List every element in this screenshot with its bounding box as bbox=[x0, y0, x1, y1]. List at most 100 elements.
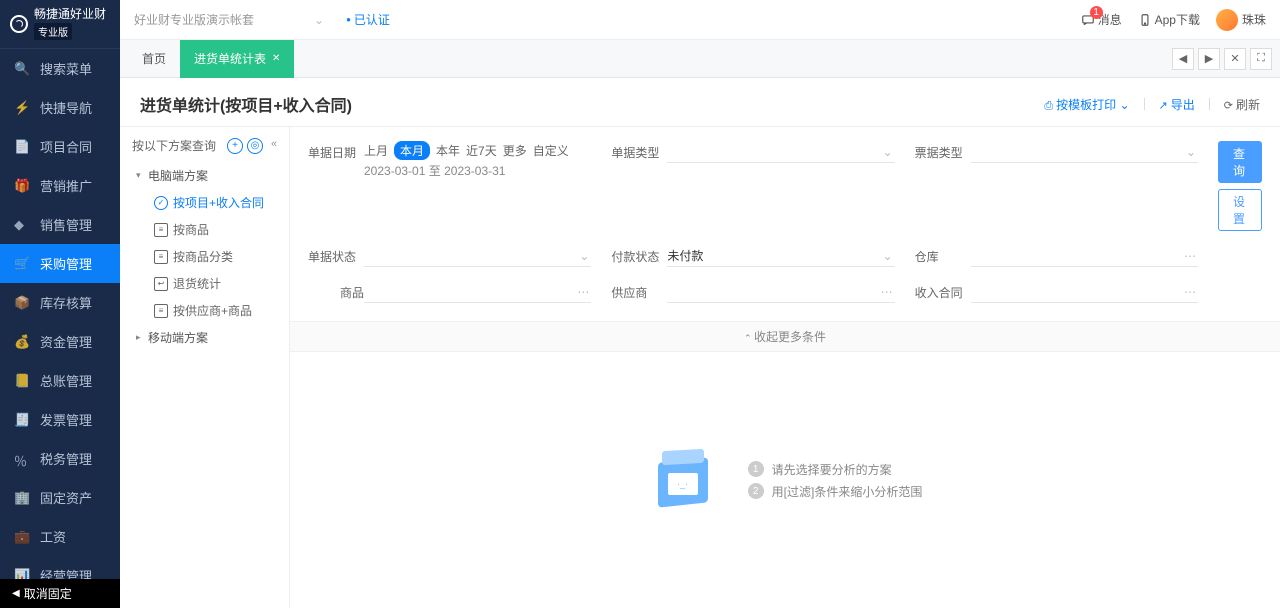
sidebar: 畅捷通好业财 专业版 🔍搜索菜单⚡快捷导航📄项目合同🎁营销推广◆销售管理🛒采购管… bbox=[0, 0, 120, 608]
scheme-tree: ▾电脑端方案✓按项目+收入合同≡按商品≡按商品分类↩退货统计≡按供应商+商品▸移… bbox=[132, 162, 289, 351]
date-quick-2[interactable]: 本年 bbox=[436, 142, 460, 159]
menu-icon: 🛒 bbox=[14, 256, 30, 272]
brand-icon bbox=[10, 15, 28, 33]
income-contract-select[interactable] bbox=[971, 281, 1198, 303]
verified-badge: 已认证 bbox=[346, 11, 390, 28]
add-scheme-button[interactable]: + bbox=[227, 138, 243, 154]
query-button[interactable]: 查询 bbox=[1218, 141, 1262, 183]
date-quick-0[interactable]: 上月 bbox=[364, 142, 388, 159]
tab-fullscreen-button[interactable]: ⛶ bbox=[1250, 48, 1272, 70]
menu-icon: 📄 bbox=[14, 139, 30, 155]
settings-button[interactable]: 设置 bbox=[1218, 189, 1262, 231]
leaf-icon: ≡ bbox=[154, 223, 168, 237]
brand-edition: 专业版 bbox=[34, 23, 72, 40]
tab-active[interactable]: 进货单统计表 ✕ bbox=[180, 40, 294, 78]
page-header: 进货单统计(按项目+收入合同) 按模板打印 ⌄ 导出 刷新 bbox=[120, 78, 1280, 127]
menu-icon: 📦 bbox=[14, 295, 30, 311]
scheme-panel-head: 按以下方案查询 + ◎ « bbox=[132, 137, 289, 154]
tab-prev-button[interactable]: ◀ bbox=[1172, 48, 1194, 70]
tab-bar: 首页 进货单统计表 ✕ ◀ ▶ ✕ ⛶ bbox=[120, 40, 1280, 78]
empty-step-1: 1 请先选择要分析的方案 bbox=[748, 461, 923, 478]
tree-leaf[interactable]: ↩退货统计 bbox=[132, 270, 289, 297]
pin-toggle[interactable]: 取消固定 bbox=[0, 579, 120, 608]
tree-group[interactable]: ▾电脑端方案 bbox=[132, 162, 289, 189]
empty-step-2: 2 用[过滤]条件来缩小分析范围 bbox=[748, 483, 923, 500]
topbar: 好业财专业版演示帐套 已认证 消息 1 App下载 珠珠 bbox=[120, 0, 1280, 40]
print-button[interactable]: 按模板打印 ⌄ bbox=[1044, 96, 1129, 113]
date-quick-picks: 上月本月本年近7天更多自定义 bbox=[364, 141, 591, 160]
menu-icon: 📊 bbox=[14, 568, 30, 579]
label-receipt-type: 票据类型 bbox=[915, 141, 971, 161]
sidebar-item-5[interactable]: 🛒采购管理 bbox=[0, 244, 120, 283]
menu-icon: 🎁 bbox=[14, 178, 30, 194]
account-selector[interactable]: 好业财专业版演示帐套 bbox=[134, 11, 324, 28]
sidebar-menu: 🔍搜索菜单⚡快捷导航📄项目合同🎁营销推广◆销售管理🛒采购管理📦库存核算💰资金管理… bbox=[0, 49, 120, 579]
sidebar-item-0[interactable]: 🔍搜索菜单 bbox=[0, 49, 120, 88]
brand-name: 畅捷通好业财 bbox=[34, 8, 106, 21]
sidebar-item-4[interactable]: ◆销售管理 bbox=[0, 205, 120, 244]
label-warehouse: 仓库 bbox=[915, 245, 971, 265]
label-income-contract: 收入合同 bbox=[915, 281, 971, 301]
goods-select[interactable] bbox=[364, 281, 591, 303]
menu-icon: ◆ bbox=[14, 217, 30, 233]
pin-label: 取消固定 bbox=[24, 585, 72, 602]
doc-type-select[interactable] bbox=[667, 141, 894, 163]
collapse-panel-button[interactable]: « bbox=[271, 138, 285, 152]
menu-icon: 🏢 bbox=[14, 490, 30, 506]
tree-leaf[interactable]: ≡按商品分类 bbox=[132, 243, 289, 270]
tree-leaf[interactable]: ≡按商品 bbox=[132, 216, 289, 243]
scheme-panel: 按以下方案查询 + ◎ « ▾电脑端方案✓按项目+收入合同≡按商品≡按商品分类↩… bbox=[120, 127, 290, 608]
message-badge: 1 bbox=[1090, 6, 1103, 19]
tab-close-all-button[interactable]: ✕ bbox=[1224, 48, 1246, 70]
sidebar-item-13[interactable]: 📊经营管理 bbox=[0, 556, 120, 579]
sidebar-item-7[interactable]: 💰资金管理 bbox=[0, 322, 120, 361]
menu-icon: 💰 bbox=[14, 334, 30, 350]
label-goods: 商品 bbox=[308, 281, 364, 301]
receipt-type-select[interactable] bbox=[971, 141, 1198, 163]
label-supplier: 供应商 bbox=[611, 281, 667, 301]
supplier-select[interactable] bbox=[667, 281, 894, 303]
brand-logo: 畅捷通好业财 专业版 bbox=[0, 0, 120, 49]
download-icon bbox=[1138, 13, 1152, 27]
sidebar-item-2[interactable]: 📄项目合同 bbox=[0, 127, 120, 166]
sidebar-item-12[interactable]: 💼工资 bbox=[0, 517, 120, 556]
sidebar-item-10[interactable]: ％税务管理 bbox=[0, 439, 120, 478]
menu-icon: 🔍 bbox=[14, 61, 30, 77]
tree-leaf[interactable]: ✓按项目+收入合同 bbox=[132, 189, 289, 216]
avatar-icon bbox=[1216, 9, 1238, 31]
tab-home[interactable]: 首页 bbox=[128, 40, 180, 78]
app-download-button[interactable]: App下载 bbox=[1138, 11, 1200, 28]
date-quick-1[interactable]: 本月 bbox=[394, 141, 430, 160]
tab-next-button[interactable]: ▶ bbox=[1198, 48, 1220, 70]
user-menu[interactable]: 珠珠 bbox=[1216, 9, 1266, 31]
doc-status-select[interactable] bbox=[364, 245, 591, 267]
date-quick-5[interactable]: 自定义 bbox=[533, 142, 569, 159]
label-date: 单据日期 bbox=[308, 141, 364, 161]
collapse-filters-button[interactable]: 收起更多条件 bbox=[290, 321, 1280, 352]
sidebar-item-6[interactable]: 📦库存核算 bbox=[0, 283, 120, 322]
sidebar-item-8[interactable]: 📒总账管理 bbox=[0, 361, 120, 400]
message-button[interactable]: 消息 1 bbox=[1081, 11, 1122, 28]
sidebar-item-3[interactable]: 🎁营销推广 bbox=[0, 166, 120, 205]
sidebar-item-9[interactable]: 🧾发票管理 bbox=[0, 400, 120, 439]
pay-status-select[interactable]: 未付款 bbox=[667, 245, 894, 267]
export-button[interactable]: 导出 bbox=[1159, 96, 1195, 113]
sidebar-item-1[interactable]: ⚡快捷导航 bbox=[0, 88, 120, 127]
page-title: 进货单统计(按项目+收入合同) bbox=[140, 92, 352, 116]
menu-icon: ⚡ bbox=[14, 100, 30, 116]
tree-leaf[interactable]: ≡按供应商+商品 bbox=[132, 297, 289, 324]
leaf-icon: ≡ bbox=[154, 304, 168, 318]
close-icon[interactable]: ✕ bbox=[272, 53, 280, 64]
sidebar-item-11[interactable]: 🏢固定资产 bbox=[0, 478, 120, 517]
date-quick-3[interactable]: 近7天 bbox=[466, 142, 497, 159]
refresh-button[interactable]: 刷新 bbox=[1224, 96, 1260, 113]
leaf-icon: ↩ bbox=[154, 277, 168, 291]
date-quick-4[interactable]: 更多 bbox=[503, 142, 527, 159]
scheme-settings-button[interactable]: ◎ bbox=[247, 138, 263, 154]
warehouse-select[interactable] bbox=[971, 245, 1198, 267]
filter-form: 单据日期 上月本月本年近7天更多自定义 2023-03-01 至 2023-03… bbox=[290, 127, 1280, 321]
tree-group[interactable]: ▸移动端方案 bbox=[132, 324, 289, 351]
empty-state: ·_· 1 请先选择要分析的方案 2 用[过滤]条件来缩小分析范围 bbox=[290, 352, 1280, 608]
menu-icon: ％ bbox=[14, 451, 30, 467]
empty-illustration: ·_· bbox=[648, 445, 718, 515]
